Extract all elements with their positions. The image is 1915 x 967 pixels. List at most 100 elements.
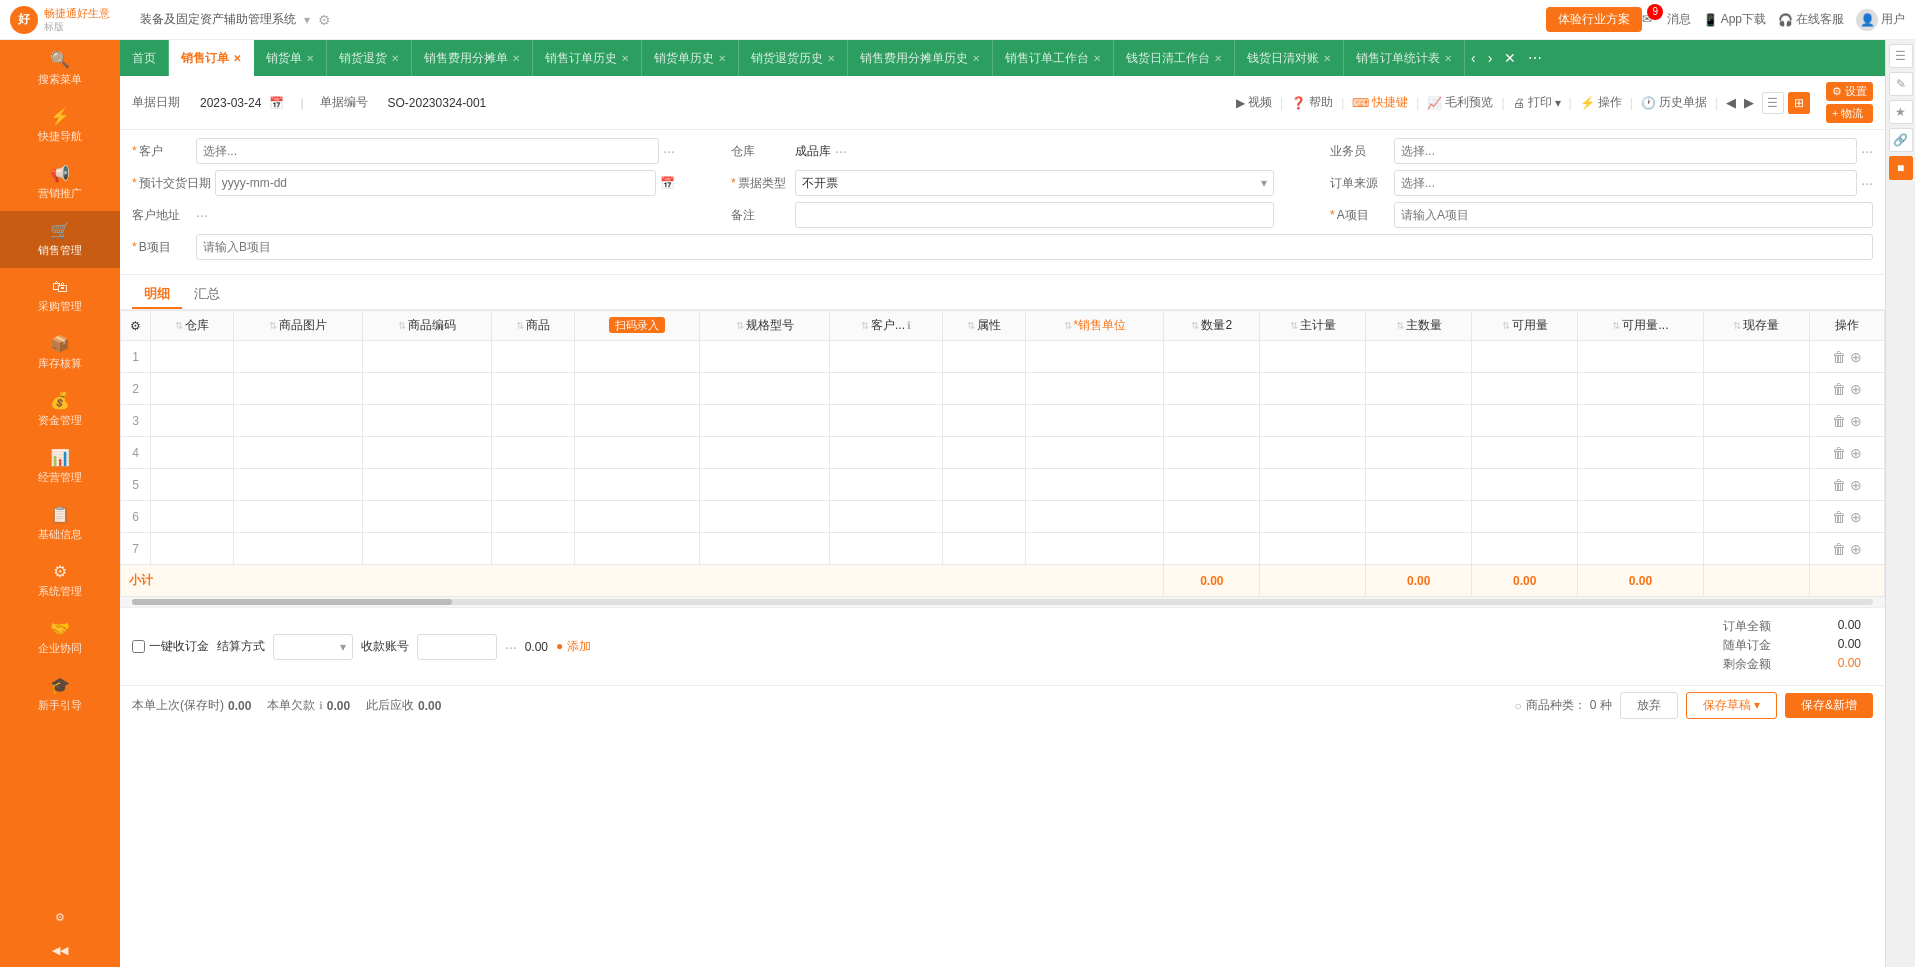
row1-spec[interactable] (700, 341, 829, 373)
scrollbar-thumb[interactable] (132, 599, 452, 605)
online-service-btn[interactable]: 🎧 在线客服 (1778, 11, 1844, 28)
sidebar-item-finance[interactable]: 💰 资金管理 (0, 381, 120, 438)
tab-daily-workbench-close[interactable]: ✕ (1214, 53, 1222, 64)
customer-input[interactable] (196, 138, 659, 164)
current-info-icon[interactable]: ℹ (319, 700, 323, 711)
col-warehouse[interactable]: ⇅ 仓库 (151, 311, 234, 341)
tab-prev-btn[interactable]: ‹ (1465, 50, 1482, 66)
tab-menu-btn[interactable]: ⋯ (1522, 50, 1548, 66)
col-product[interactable]: ⇅ 商品 (492, 311, 575, 341)
col-stock[interactable]: ⇅ 现存量 (1703, 311, 1809, 341)
settings-gear-icon[interactable]: ⚙ (318, 12, 331, 28)
row1-warehouse[interactable] (151, 341, 234, 373)
salesperson-input[interactable] (1394, 138, 1857, 164)
tab-nav-left[interactable]: ◀ (1726, 95, 1736, 110)
salesperson-more-btn[interactable]: ··· (1861, 143, 1873, 159)
row1-main-qty[interactable] (1366, 341, 1472, 373)
spec-sort-icon[interactable]: ⇅ (736, 320, 744, 331)
tab-invoice-history[interactable]: 销货单历史 ✕ (642, 40, 739, 76)
customer-code-sort-icon[interactable]: ⇅ (861, 320, 869, 331)
row1-available[interactable] (1472, 341, 1578, 373)
notes-input[interactable] (795, 202, 1274, 228)
row2-copy-icon[interactable]: ⊕ (1850, 381, 1862, 397)
invoice-type-select[interactable]: 不开票 ▾ (795, 170, 1274, 196)
list-view-icon[interactable]: ☰ (1762, 92, 1784, 114)
one-key-deposit-checkbox[interactable] (132, 640, 145, 653)
attributes-sort-icon[interactable]: ⇅ (967, 320, 975, 331)
warehouse-sort-icon[interactable]: ⇅ (175, 320, 183, 331)
col-main-qty[interactable]: ⇅ 主数量 (1366, 311, 1472, 341)
row2-sales-unit[interactable] (1026, 373, 1164, 405)
save-new-button[interactable]: 保存&新增 (1785, 693, 1873, 718)
product-sort-icon[interactable]: ⇅ (516, 320, 524, 331)
tab-return-history[interactable]: 销货退货历史 ✕ (739, 40, 848, 76)
tab-sales-report-close[interactable]: ✕ (1444, 53, 1452, 64)
tab-sales-order[interactable]: 销售订单 ✕ (169, 40, 254, 76)
row2-spec[interactable] (700, 373, 829, 405)
row6-copy-icon[interactable]: ⊕ (1850, 509, 1862, 525)
main-measure-sort-icon[interactable]: ⇅ (1290, 320, 1298, 331)
profit-btn[interactable]: 📈 毛利预览 (1427, 94, 1493, 111)
available-sort-icon[interactable]: ⇅ (1502, 320, 1510, 331)
date-picker-icon[interactable]: 📅 (660, 176, 675, 190)
row1-delete-icon[interactable]: 🗑 (1832, 349, 1846, 365)
row2-available2[interactable] (1578, 373, 1703, 405)
tab-sales-report[interactable]: 销售订单统计表 ✕ (1344, 40, 1465, 76)
row2-product[interactable] (492, 373, 575, 405)
customer-address-more-btn[interactable]: ··· (196, 207, 208, 223)
save-draft-arrow-icon[interactable]: ▾ (1754, 698, 1760, 712)
right-panel-icon-4[interactable]: 🔗 (1889, 128, 1913, 152)
tab-daily-reconcile-close[interactable]: ✕ (1323, 53, 1331, 64)
sales-unit-sort-icon[interactable]: ⇅ (1064, 320, 1072, 331)
qty2-sort-icon[interactable]: ⇅ (1191, 320, 1199, 331)
row2-available[interactable] (1472, 373, 1578, 405)
sidebar-item-quick-nav[interactable]: ⚡ 快捷导航 (0, 97, 120, 154)
row7-delete-icon[interactable]: 🗑 (1832, 541, 1846, 557)
col-scan[interactable]: 扫码录入 (575, 311, 700, 341)
col-spec[interactable]: ⇅ 规格型号 (700, 311, 829, 341)
bank-account-more-btn[interactable]: ··· (505, 639, 517, 655)
calendar-icon[interactable]: 📅 (269, 96, 284, 110)
tab-home[interactable]: 首页 (120, 40, 169, 76)
row6-delete-icon[interactable]: 🗑 (1832, 509, 1846, 525)
one-key-deposit-label[interactable]: 一键收订金 (132, 638, 209, 655)
tab-close-all-btn[interactable]: ✕ (1498, 50, 1522, 66)
sub-tab-detail[interactable]: 明细 (132, 281, 182, 309)
product-count-icon[interactable]: ○ (1514, 699, 1521, 713)
tab-next-btn[interactable]: › (1482, 50, 1499, 66)
sidebar-item-guide[interactable]: 🎓 新手引导 (0, 666, 120, 723)
row2-customer-code[interactable] (829, 373, 943, 405)
row1-qty2[interactable] (1164, 341, 1260, 373)
row5-delete-icon[interactable]: 🗑 (1832, 477, 1846, 493)
row1-customer-code[interactable] (829, 341, 943, 373)
order-source-input[interactable] (1394, 170, 1857, 196)
col-sales-unit[interactable]: ⇅ *销售单位 (1026, 311, 1164, 341)
order-source-more-btn[interactable]: ··· (1861, 175, 1873, 191)
print-btn[interactable]: 🖨 打印 ▾ (1513, 94, 1561, 111)
row2-delete-icon[interactable]: 🗑 (1832, 381, 1846, 397)
tab-sales-expense-close[interactable]: ✕ (512, 53, 520, 64)
sidebar-item-sales[interactable]: 🛒 销售管理 (0, 211, 120, 268)
payment-method-select[interactable]: ▾ (273, 634, 353, 660)
col-attributes[interactable]: ⇅ 属性 (943, 311, 1026, 341)
bank-account-select[interactable] (417, 634, 497, 660)
row2-product-img[interactable] (233, 373, 362, 405)
column-settings-icon[interactable]: ⚙ (130, 319, 141, 333)
row3-copy-icon[interactable]: ⊕ (1850, 413, 1862, 429)
col-product-code[interactable]: ⇅ 商品编码 (363, 311, 492, 341)
tab-return-history-close[interactable]: ✕ (827, 53, 835, 64)
sidebar-item-enterprise[interactable]: 🤝 企业协同 (0, 609, 120, 666)
tab-sales-return-close[interactable]: ✕ (391, 53, 399, 64)
app-download-btn[interactable]: 📱 App下载 (1703, 11, 1766, 28)
col-customer-code[interactable]: ⇅ 客户... ℹ (829, 311, 943, 341)
right-panel-icon-5[interactable]: ■ (1889, 156, 1913, 180)
tab-sales-return[interactable]: 销货退货 ✕ (327, 40, 412, 76)
add-payment-btn[interactable]: ● 添加 (556, 638, 591, 655)
row1-scan[interactable] (575, 341, 700, 373)
discard-button[interactable]: 放弃 (1620, 692, 1678, 719)
main-qty-sort-icon[interactable]: ⇅ (1396, 320, 1404, 331)
row3-delete-icon[interactable]: 🗑 (1832, 413, 1846, 429)
sidebar-settings-btn[interactable]: ⚙ (0, 901, 120, 934)
row2-scan[interactable] (575, 373, 700, 405)
tab-expense-history-close[interactable]: ✕ (972, 53, 980, 64)
